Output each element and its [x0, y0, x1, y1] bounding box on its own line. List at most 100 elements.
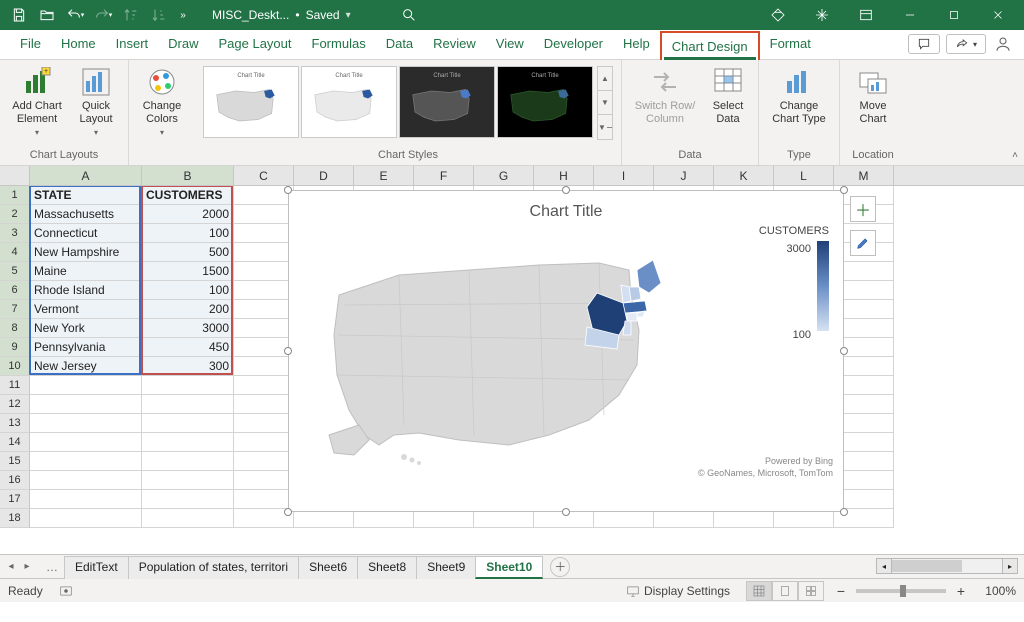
cell-C4[interactable]	[234, 243, 294, 262]
cell-A7[interactable]: Vermont	[30, 300, 142, 319]
resize-handle[interactable]	[840, 186, 848, 194]
row-header-1[interactable]: 1	[0, 186, 30, 205]
save-icon[interactable]	[6, 2, 32, 28]
cell-A17[interactable]	[30, 490, 142, 509]
change-colors-button[interactable]: Change Colors ▾	[137, 64, 187, 139]
zoom-out-button[interactable]: −	[832, 582, 850, 600]
col-header-E[interactable]: E	[354, 166, 414, 185]
cell-A8[interactable]: New York	[30, 319, 142, 338]
change-chart-type-button[interactable]: Change Chart Type	[767, 64, 831, 128]
chart-style-4[interactable]: Chart Title	[497, 66, 593, 138]
select-all-corner[interactable]	[0, 166, 30, 185]
open-icon[interactable]	[34, 2, 60, 28]
cell-C6[interactable]	[234, 281, 294, 300]
zoom-in-button[interactable]: +	[952, 582, 970, 600]
resize-handle[interactable]	[840, 508, 848, 516]
cell-B6[interactable]: 100	[142, 281, 234, 300]
redo-icon[interactable]: ▾	[90, 2, 116, 28]
cell-B1[interactable]: CUSTOMERS	[142, 186, 234, 205]
resize-handle[interactable]	[284, 186, 292, 194]
cell-B16[interactable]	[142, 471, 234, 490]
tab-data[interactable]: Data	[376, 30, 423, 59]
zoom-slider[interactable]	[856, 589, 946, 593]
row-header-17[interactable]: 17	[0, 490, 30, 509]
tab-developer[interactable]: Developer	[534, 30, 613, 59]
maximize-button[interactable]	[934, 0, 974, 30]
chart-styles-button[interactable]	[850, 230, 876, 256]
cell-B2[interactable]: 2000	[142, 205, 234, 224]
tab-nav-first[interactable]: ◂	[4, 558, 18, 576]
cell-A11[interactable]	[30, 376, 142, 395]
add-chart-element-button[interactable]: + Add Chart Element ▾	[8, 64, 66, 139]
cell-C2[interactable]	[234, 205, 294, 224]
chevron-down-icon[interactable]: ▾	[346, 10, 351, 21]
cell-B17[interactable]	[142, 490, 234, 509]
row-header-8[interactable]: 8	[0, 319, 30, 338]
tab-overflow[interactable]: …	[40, 560, 64, 574]
cell-A1[interactable]: STATE	[30, 186, 142, 205]
scroll-thumb[interactable]	[892, 560, 962, 572]
cell-B9[interactable]: 450	[142, 338, 234, 357]
cell-B14[interactable]	[142, 433, 234, 452]
gallery-up-button[interactable]: ▲	[598, 67, 612, 91]
chart-legend[interactable]: CUSTOMERS 3000 100	[751, 225, 829, 331]
region-connecticut[interactable]	[627, 313, 637, 321]
ribbon-mode-icon[interactable]	[846, 0, 886, 30]
chart-style-2[interactable]: Chart Title	[301, 66, 397, 138]
row-header-18[interactable]: 18	[0, 509, 30, 528]
qat-more-icon[interactable]: »	[174, 2, 192, 28]
chart-elements-button[interactable]: ＋	[850, 196, 876, 222]
row-header-2[interactable]: 2	[0, 205, 30, 224]
col-header-D[interactable]: D	[294, 166, 354, 185]
cell-B4[interactable]: 500	[142, 243, 234, 262]
cell-A10[interactable]: New Jersey	[30, 357, 142, 376]
chart-plot-area[interactable]: CUSTOMERS 3000 100	[289, 225, 843, 485]
cell-B13[interactable]	[142, 414, 234, 433]
cell-A18[interactable]	[30, 509, 142, 528]
cell-A2[interactable]: Massachusetts	[30, 205, 142, 224]
horizontal-scrollbar[interactable]: ◂ ▸	[876, 558, 1018, 574]
col-header-J[interactable]: J	[654, 166, 714, 185]
resize-handle[interactable]	[284, 508, 292, 516]
cell-A14[interactable]	[30, 433, 142, 452]
cell-C12[interactable]	[234, 395, 294, 414]
cell-C15[interactable]	[234, 452, 294, 471]
close-button[interactable]	[978, 0, 1018, 30]
save-state[interactable]: Saved	[306, 8, 340, 22]
cell-B18[interactable]	[142, 509, 234, 528]
sheet-tab-edittext[interactable]: EditText	[64, 556, 129, 579]
tab-insert[interactable]: Insert	[106, 30, 159, 59]
tab-review[interactable]: Review	[423, 30, 486, 59]
cell-A16[interactable]	[30, 471, 142, 490]
col-header-B[interactable]: B	[142, 166, 234, 185]
minimize-button[interactable]	[890, 0, 930, 30]
collapse-ribbon-icon[interactable]: ˄	[1012, 150, 1018, 161]
cell-B7[interactable]: 200	[142, 300, 234, 319]
cell-A6[interactable]: Rhode Island	[30, 281, 142, 300]
col-header-M[interactable]: M	[834, 166, 894, 185]
view-page-layout-button[interactable]	[772, 581, 798, 601]
cell-C11[interactable]	[234, 376, 294, 395]
cell-A12[interactable]	[30, 395, 142, 414]
worksheet-grid[interactable]: 123456789101112131415161718 STATECUSTOME…	[0, 186, 1024, 554]
cell-A3[interactable]: Connecticut	[30, 224, 142, 243]
cell-B11[interactable]	[142, 376, 234, 395]
chart-style-1[interactable]: Chart Title	[203, 66, 299, 138]
account-icon[interactable]	[992, 33, 1014, 55]
col-header-F[interactable]: F	[414, 166, 474, 185]
diamond-icon[interactable]	[758, 0, 798, 30]
select-data-button[interactable]: Select Data	[706, 64, 750, 128]
col-header-C[interactable]: C	[234, 166, 294, 185]
tab-file[interactable]: File	[10, 30, 51, 59]
row-header-13[interactable]: 13	[0, 414, 30, 433]
new-sheet-button[interactable]: ＋	[550, 557, 570, 577]
cell-C13[interactable]	[234, 414, 294, 433]
cell-C8[interactable]	[234, 319, 294, 338]
tab-draw[interactable]: Draw	[158, 30, 208, 59]
cell-B8[interactable]: 3000	[142, 319, 234, 338]
row-header-5[interactable]: 5	[0, 262, 30, 281]
map-plot[interactable]	[309, 235, 729, 475]
cell-B15[interactable]	[142, 452, 234, 471]
cell-B3[interactable]: 100	[142, 224, 234, 243]
cell-C3[interactable]	[234, 224, 294, 243]
